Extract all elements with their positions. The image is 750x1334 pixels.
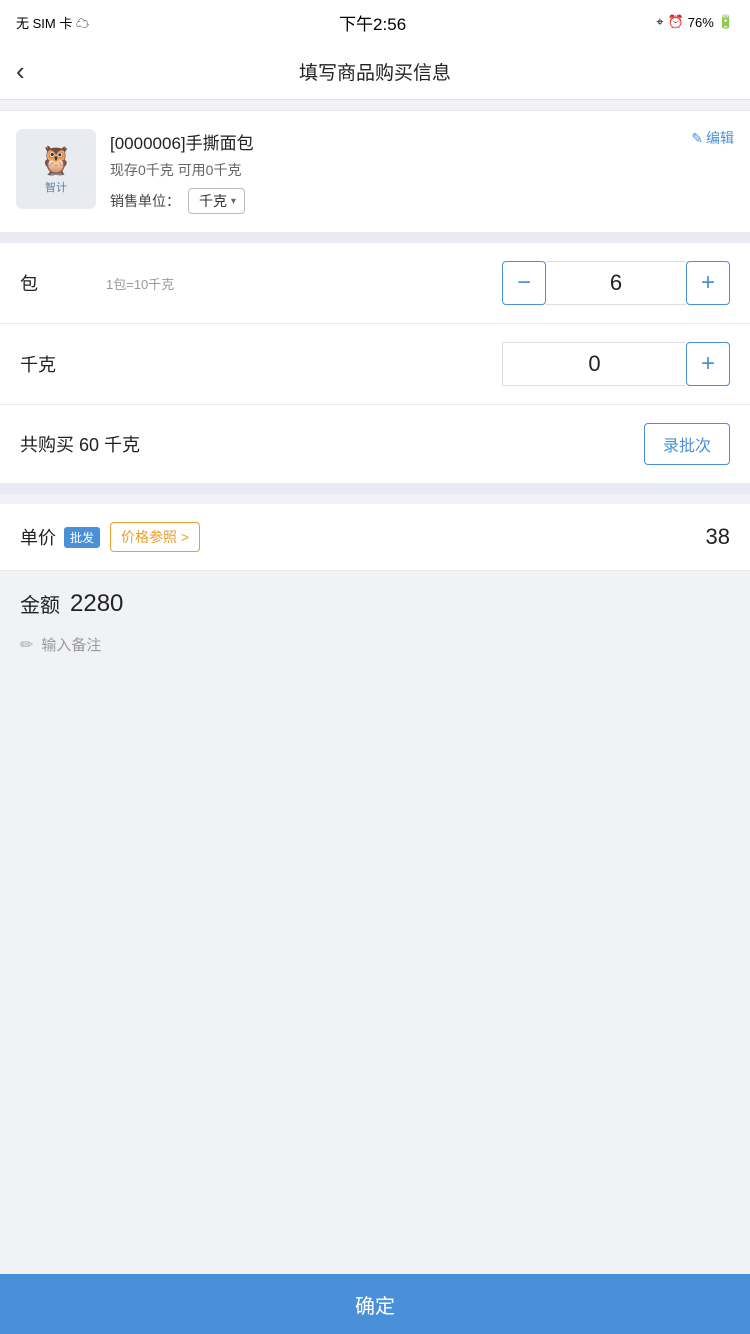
page-title: 填写商品购买信息 (299, 58, 451, 85)
unit-value: 千克 (199, 191, 227, 211)
note-row[interactable]: ✏ 输入备注 (20, 634, 730, 655)
pack-label: 包 (20, 270, 100, 296)
pack-quantity-input[interactable] (546, 261, 686, 305)
kg-quantity-input[interactable] (502, 342, 686, 386)
pack-controls: − + (502, 261, 730, 305)
dropdown-arrow-icon: ▾ (231, 196, 236, 207)
kg-controls: + (502, 342, 730, 386)
amount-value: 2280 (70, 590, 123, 618)
price-tag: 批发 (64, 527, 100, 548)
pack-row: 包 1包=10千克 − + (0, 243, 750, 324)
price-reference-button[interactable]: 价格参照 > (110, 522, 200, 552)
product-name: [0000006]手撕面包 (110, 129, 734, 154)
pack-form-section: 包 1包=10千克 − + 千克 + 共购买 60 千克 录批次 (0, 243, 750, 484)
price-section: 单价 批发 价格参照 > 38 (0, 504, 750, 571)
note-label: 输入备注 (41, 634, 101, 655)
product-logo-icon: 🦉 (39, 144, 74, 177)
product-logo-text: 智计 (45, 179, 67, 195)
amount-row: 金额 2280 (20, 589, 730, 618)
edit-label: 编辑 (706, 128, 734, 148)
product-card: 🦉 智计 [0000006]手撕面包 现存0千克 可用0千克 销售单位： 千克 … (0, 110, 750, 233)
battery-text: 76% (688, 15, 714, 30)
status-time: 下午2:56 (339, 10, 406, 35)
amount-label: 金额 (20, 589, 60, 618)
kg-row: 千克 + (0, 324, 750, 405)
product-unit-row: 销售单位： 千克 ▾ (110, 188, 734, 214)
status-right: ⌖ ⏰ 76% 🔋 (656, 14, 734, 30)
kg-plus-button[interactable]: + (686, 342, 730, 386)
unit-label: 销售单位： (110, 191, 180, 211)
price-label: 单价 (20, 524, 56, 550)
nav-bar: ‹ 填写商品购买信息 (0, 44, 750, 100)
back-button[interactable]: ‹ (16, 56, 25, 87)
battery-icon: 🔋 (718, 14, 734, 30)
record-batch-button[interactable]: 录批次 (644, 423, 730, 465)
status-bar: 无 SIM 卡 ☁ 下午2:56 ⌖ ⏰ 76% 🔋 (0, 0, 750, 44)
edit-icon: ✎ (691, 130, 703, 147)
pack-sublabel: 1包=10千克 (106, 274, 174, 293)
price-value: 38 (706, 524, 730, 550)
unit-dropdown[interactable]: 千克 ▾ (188, 188, 245, 214)
amount-section: 金额 2280 ✏ 输入备注 (0, 571, 750, 665)
pencil-icon: ✏ (20, 635, 33, 655)
kg-label: 千克 (20, 351, 100, 377)
product-thumbnail: 🦉 智计 (16, 129, 96, 209)
product-stock: 现存0千克 可用0千克 (110, 160, 734, 180)
pack-minus-button[interactable]: − (502, 261, 546, 305)
total-row: 共购买 60 千克 录批次 (0, 405, 750, 484)
pack-plus-button[interactable]: + (686, 261, 730, 305)
status-left: 无 SIM 卡 ☁ (16, 13, 89, 32)
content-area (0, 665, 750, 1005)
product-card-wrapper: 🦉 智计 [0000006]手撕面包 现存0千克 可用0千克 销售单位： 千克 … (0, 110, 750, 233)
confirm-button[interactable]: 确定 (0, 1274, 750, 1334)
section-separator-2 (0, 484, 750, 494)
total-label: 共购买 60 千克 (20, 431, 140, 457)
edit-button[interactable]: ✎ 编辑 (691, 128, 734, 148)
location-icon: ⌖ (656, 14, 663, 30)
alarm-icon: ⏰ (668, 14, 684, 30)
section-separator-1 (0, 233, 750, 243)
product-info: [0000006]手撕面包 现存0千克 可用0千克 销售单位： 千克 ▾ (110, 129, 734, 214)
